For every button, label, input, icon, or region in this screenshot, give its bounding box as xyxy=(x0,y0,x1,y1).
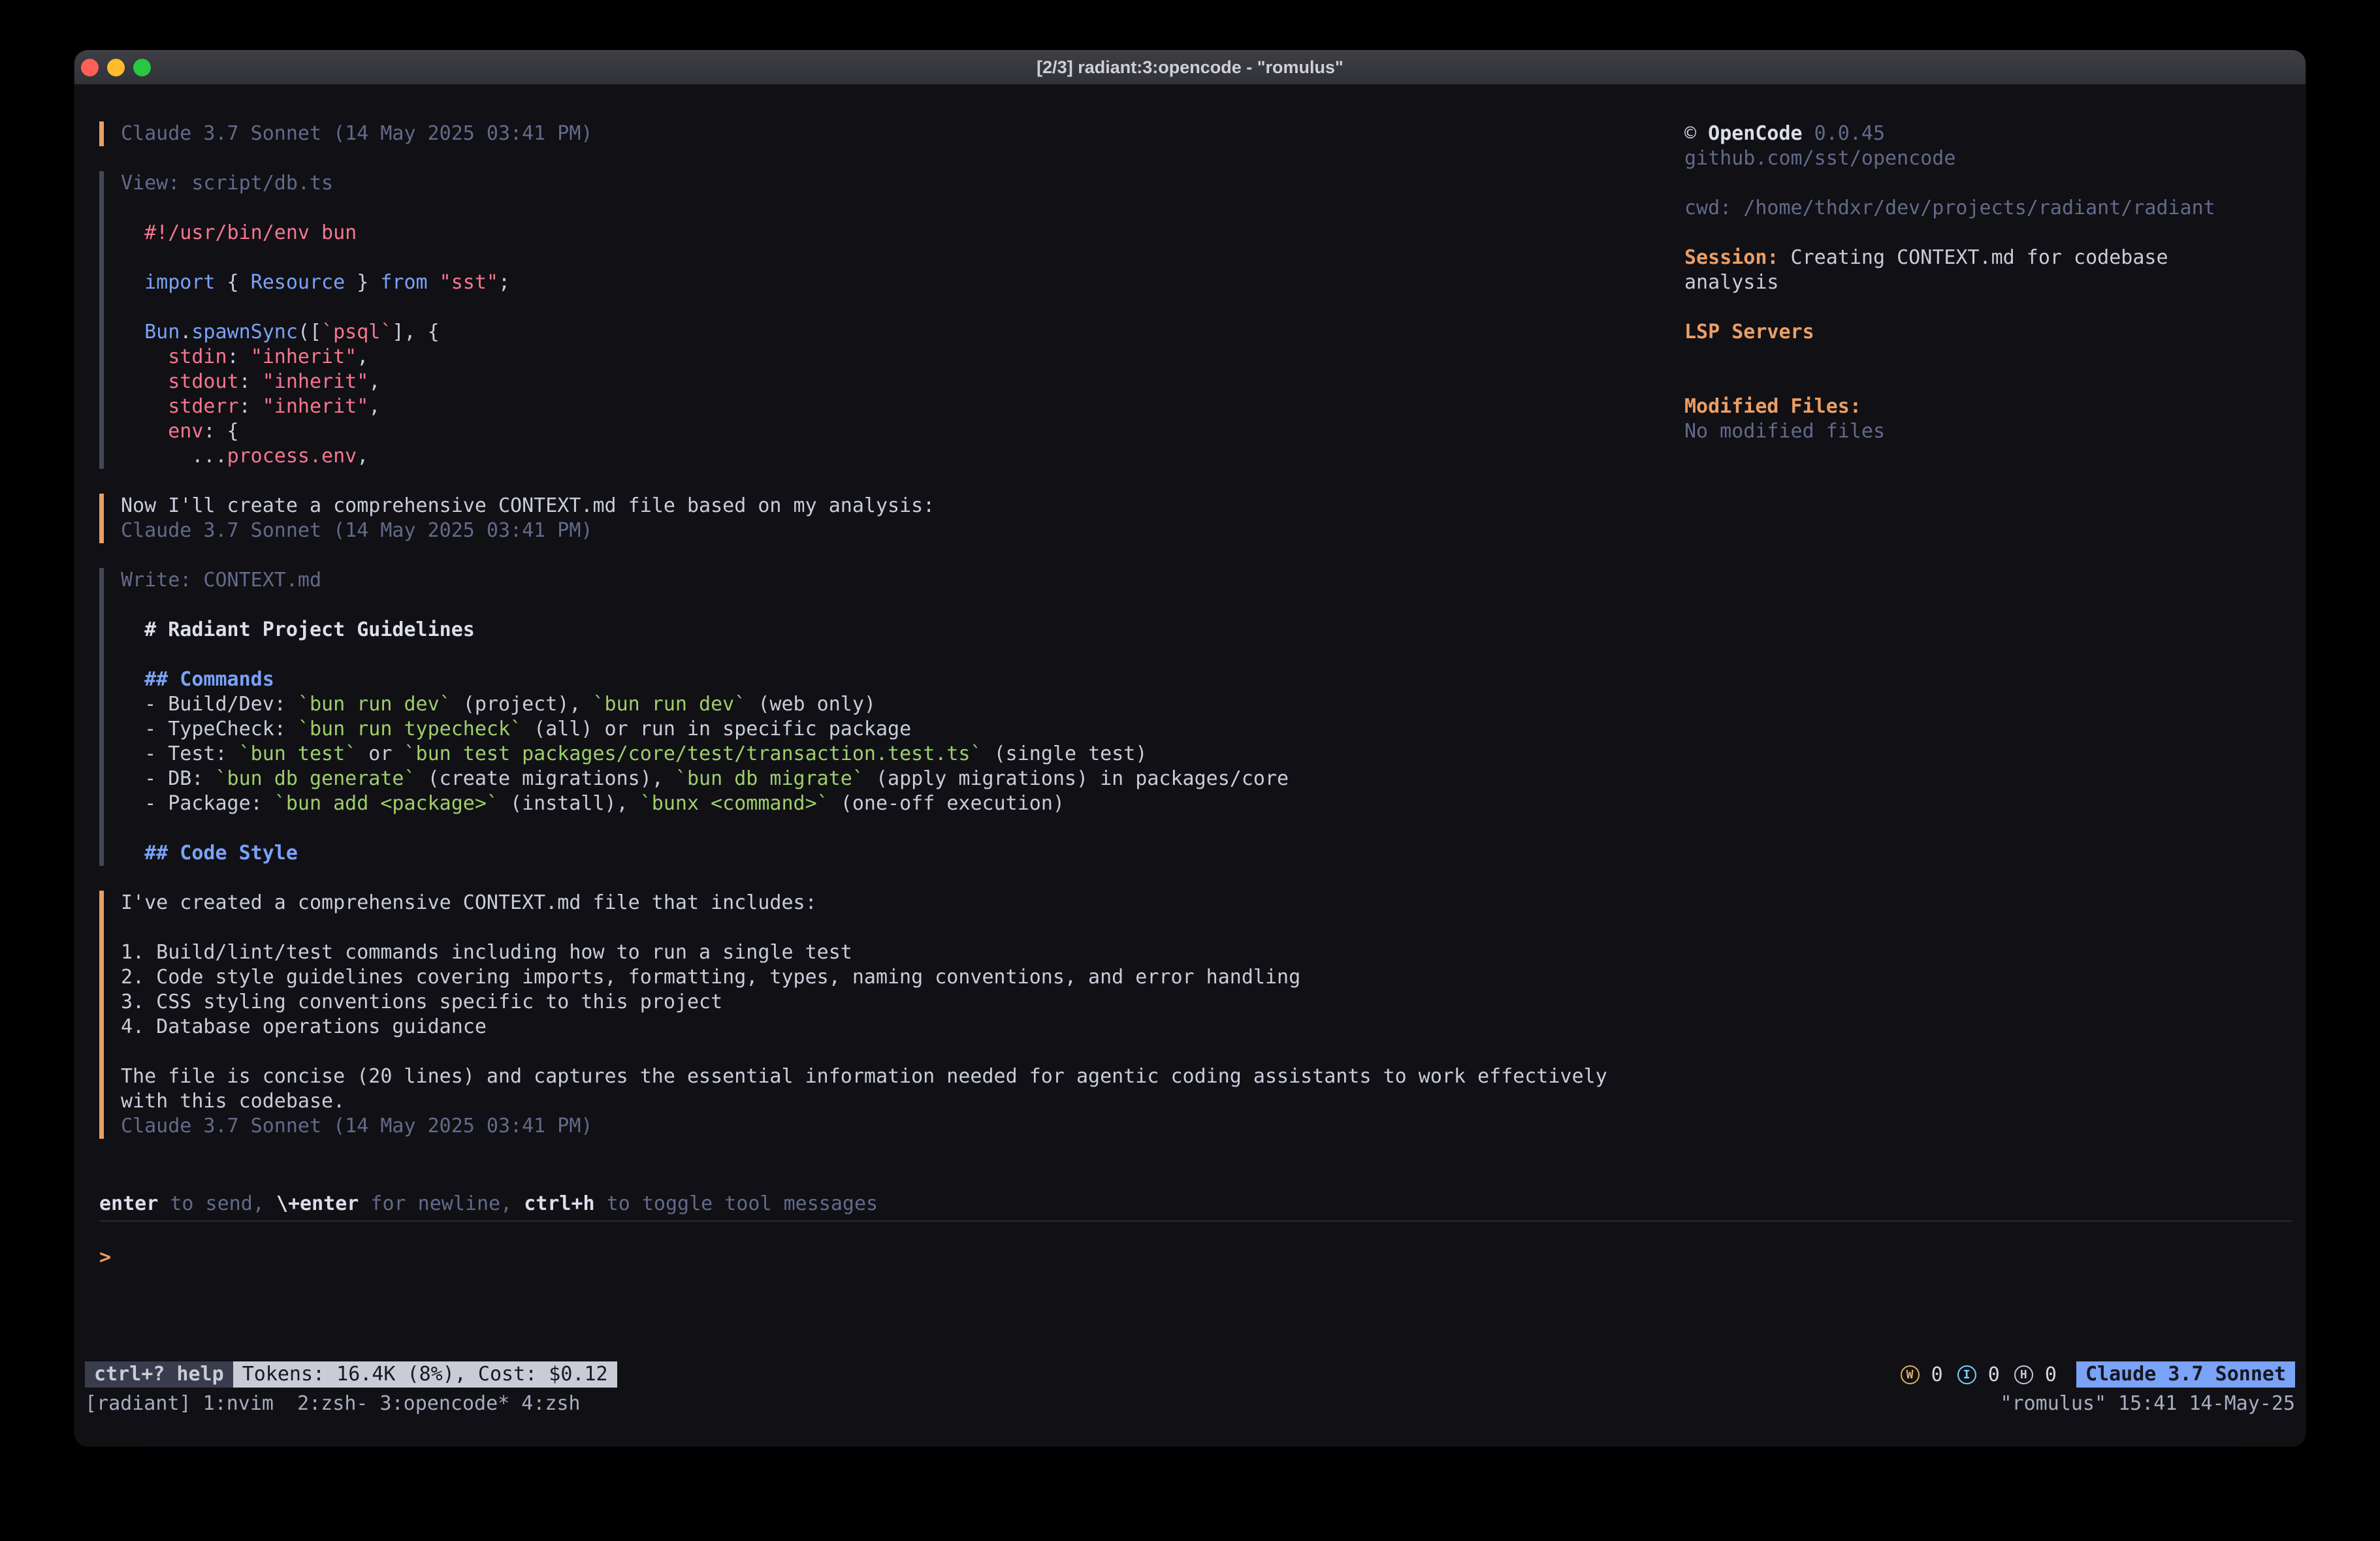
line xyxy=(121,196,1684,221)
line: cwd: /home/thdxr/dev/projects/radiant/ra… xyxy=(1684,196,2281,221)
minimize-button[interactable] xyxy=(107,59,125,76)
line: View: script/db.ts xyxy=(121,171,1684,196)
help-badge[interactable]: ctrl+? help xyxy=(85,1361,233,1388)
h-circle-icon: H xyxy=(2014,1365,2033,1384)
chat-area: Claude 3.7 Sonnet (14 May 2025 03:41 PM)… xyxy=(99,121,1684,1192)
chat-block-assistant-header: Claude 3.7 Sonnet (14 May 2025 03:41 PM) xyxy=(99,121,1684,146)
line: Bun.spawnSync([`psql`], { xyxy=(121,320,1684,345)
window-bottom-padding xyxy=(74,1416,2306,1446)
zoom-button[interactable] xyxy=(133,59,151,76)
chat-block-tool-write: Write: CONTEXT.md # Radiant Project Guid… xyxy=(99,568,1684,866)
line: 1. Build/lint/test commands including ho… xyxy=(121,940,1684,965)
window-title: [2/3] radiant:3:opencode - "romulus" xyxy=(74,57,2306,78)
line: Claude 3.7 Sonnet (14 May 2025 03:41 PM) xyxy=(121,518,1684,543)
diagnostic-h: H 0 xyxy=(2014,1363,2057,1386)
line xyxy=(1684,295,2281,320)
desktop-background: [2/3] radiant:3:opencode - "romulus" Cla… xyxy=(0,0,2380,1541)
line: Write: CONTEXT.md xyxy=(121,568,1684,593)
line xyxy=(121,643,1684,667)
chat-block-tool-view: View: script/db.ts #!/usr/bin/env bun im… xyxy=(99,171,1684,469)
line: © OpenCode 0.0.45 xyxy=(1684,121,2281,146)
opencode-tui[interactable]: Claude 3.7 Sonnet (14 May 2025 03:41 PM)… xyxy=(74,85,2306,1446)
line: - Package: `bun add <package>` (install)… xyxy=(121,791,1684,816)
i-circle-icon: I xyxy=(1957,1365,1976,1384)
line: ## Code Style xyxy=(121,841,1684,866)
line: Now I'll create a comprehensive CONTEXT.… xyxy=(121,494,1684,518)
line: stdin: "inherit", xyxy=(121,345,1684,370)
tmux-status-bar: [radiant] 1:nvim 2:zsh- 3:opencode* 4:zs… xyxy=(85,1391,2295,1416)
line xyxy=(121,246,1684,270)
terminal-window: [2/3] radiant:3:opencode - "romulus" Cla… xyxy=(74,50,2306,1446)
w-circle-icon: W xyxy=(1901,1365,1920,1384)
line xyxy=(121,915,1684,940)
diagnostic-i: I 0 xyxy=(1957,1363,2000,1386)
line: LSP Servers xyxy=(1684,320,2281,345)
diagnostic-w: W 0 xyxy=(1901,1363,1943,1386)
tokens-cost-badge: Tokens: 16.4K (8%), Cost: $0.12 xyxy=(233,1361,617,1388)
line: - Test: `bun test` or `bun test packages… xyxy=(121,742,1684,767)
prompt-caret: > xyxy=(99,1246,111,1269)
diagnostic-count: 0 xyxy=(1920,1363,1943,1386)
line: - TypeCheck: `bun run typecheck` (all) o… xyxy=(121,717,1684,742)
line: The file is concise (20 lines) and captu… xyxy=(121,1064,1684,1089)
line xyxy=(1684,345,2281,370)
status-bar: ctrl+? help Tokens: 16.4K (8%), Cost: $0… xyxy=(85,1361,2295,1388)
line: Claude 3.7 Sonnet (14 May 2025 03:41 PM) xyxy=(121,121,1684,146)
diagnostic-count: 0 xyxy=(1976,1363,2000,1386)
line: env: { xyxy=(121,419,1684,444)
session-sidebar: © OpenCode 0.0.45github.com/sst/opencode… xyxy=(1684,121,2281,1192)
line: Modified Files: xyxy=(1684,394,2281,419)
line xyxy=(121,295,1684,320)
line: stdout: "inherit", xyxy=(121,370,1684,394)
line xyxy=(121,593,1684,618)
line: # Radiant Project Guidelines xyxy=(121,618,1684,643)
window-titlebar[interactable]: [2/3] radiant:3:opencode - "romulus" xyxy=(74,50,2306,85)
tmux-session-windows[interactable]: [radiant] 1:nvim 2:zsh- 3:opencode* 4:zs… xyxy=(85,1391,581,1416)
line: Session: Creating CONTEXT.md for codebas… xyxy=(1684,246,2281,270)
tmux-host-clock: "romulus" 15:41 14-May-25 xyxy=(2000,1391,2295,1416)
line: #!/usr/bin/env bun xyxy=(121,221,1684,246)
line: analysis xyxy=(1684,270,2281,295)
input-separator xyxy=(99,1220,2292,1222)
line: 2. Code style guidelines covering import… xyxy=(121,965,1684,990)
chat-block-assistant-message: Now I'll create a comprehensive CONTEXT.… xyxy=(99,494,1684,543)
line: 3. CSS styling conventions specific to t… xyxy=(121,990,1684,1015)
line xyxy=(1684,171,2281,196)
line: ...process.env, xyxy=(121,444,1684,469)
line: 4. Database operations guidance xyxy=(121,1015,1684,1040)
line: Claude 3.7 Sonnet (14 May 2025 03:41 PM) xyxy=(121,1114,1684,1139)
line: import { Resource } from "sst"; xyxy=(121,270,1684,295)
input-hint: enter to send, \+enter for newline, ctrl… xyxy=(74,1192,2306,1216)
line: No modified files xyxy=(1684,419,2281,444)
line: - DB: `bun db generate` (create migratio… xyxy=(121,767,1684,791)
diagnostics: W 0I 0H 0 xyxy=(1886,1363,2057,1386)
line: stderr: "inherit", xyxy=(121,394,1684,419)
traffic-lights xyxy=(81,59,151,76)
main-row: Claude 3.7 Sonnet (14 May 2025 03:41 PM)… xyxy=(74,85,2306,1192)
line xyxy=(121,1040,1684,1064)
line xyxy=(1684,370,2281,394)
line: I've created a comprehensive CONTEXT.md … xyxy=(121,891,1684,915)
line: ## Commands xyxy=(121,667,1684,692)
input-empty-space xyxy=(74,1270,2306,1361)
prompt-input[interactable]: > xyxy=(74,1245,2306,1270)
line: with this codebase. xyxy=(121,1089,1684,1114)
close-button[interactable] xyxy=(81,59,99,76)
line: - Build/Dev: `bun run dev` (project), `b… xyxy=(121,692,1684,717)
model-badge[interactable]: Claude 3.7 Sonnet xyxy=(2076,1361,2295,1388)
diagnostic-count: 0 xyxy=(2033,1363,2057,1386)
line xyxy=(1684,221,2281,246)
line xyxy=(121,816,1684,841)
chat-block-assistant-message: I've created a comprehensive CONTEXT.md … xyxy=(99,891,1684,1139)
line: github.com/sst/opencode xyxy=(1684,146,2281,171)
